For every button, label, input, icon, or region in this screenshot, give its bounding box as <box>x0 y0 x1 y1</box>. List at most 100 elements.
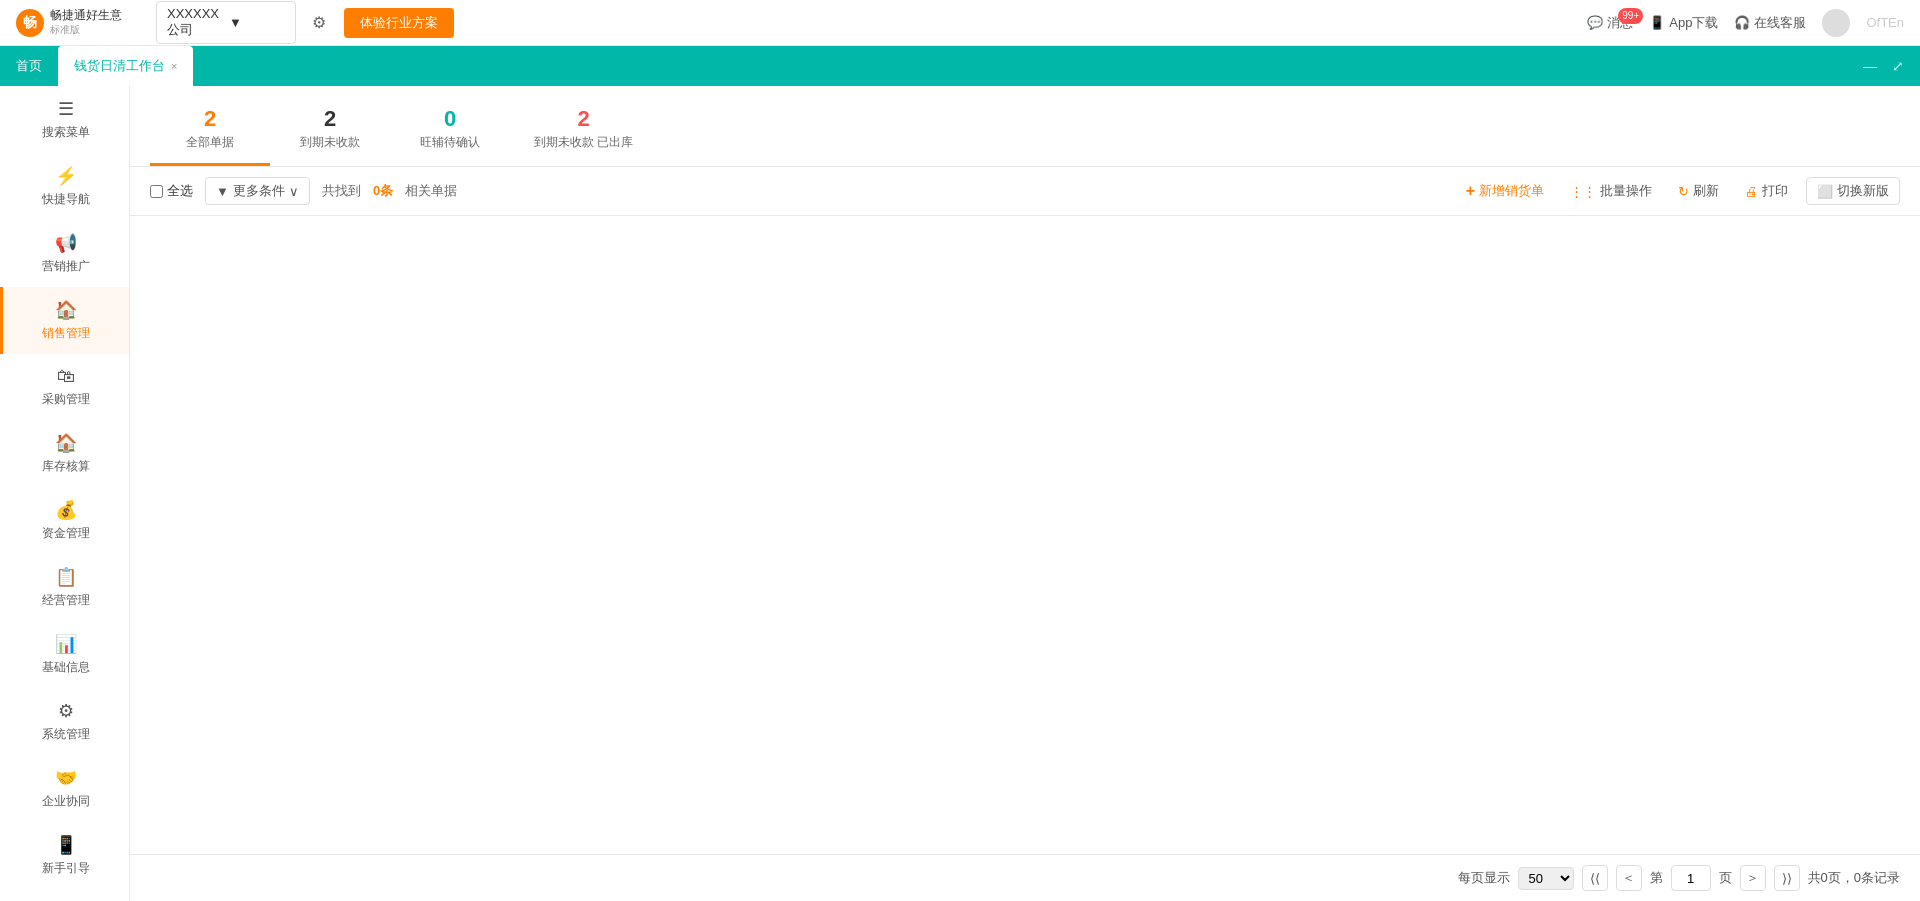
close-tab-icon[interactable]: × <box>171 60 177 72</box>
content-area: 2 全部单据 2 到期未收款 0 旺辅待确认 2 到期未收款 已出库 全选 <box>130 86 1920 901</box>
base-info-icon: 📊 <box>55 633 77 655</box>
toolbar-right: + 新增销货单 ⋮⋮ 批量操作 ↻ 刷新 🖨 打印 ⬜ 切换新版 <box>1458 177 1900 205</box>
sidebar-item-label: 系统管理 <box>42 726 90 743</box>
finance-icon: 💰 <box>55 499 77 521</box>
total-records: 共0页，0条记录 <box>1808 869 1900 887</box>
batch-icon: ⋮⋮ <box>1570 184 1596 199</box>
sidebar-item-finance[interactable]: 💰 资金管理 <box>0 487 129 554</box>
maximize-button[interactable]: ⤢ <box>1884 52 1912 80</box>
sidebar-item-label: 搜索菜单 <box>42 124 90 141</box>
stat-num-pending: 0 <box>444 106 456 132</box>
stat-tab-unshipped[interactable]: 2 到期未收款 已出库 <box>510 98 657 166</box>
minimize-button[interactable]: — <box>1856 52 1884 80</box>
prev-page-button[interactable]: ＜ <box>1616 865 1642 891</box>
stat-num-overdue: 2 <box>324 106 336 132</box>
found-prefix: 共找到 <box>322 182 361 200</box>
trial-button[interactable]: 体验行业方案 <box>344 8 454 38</box>
sidebar-item-label: 基础信息 <box>42 659 90 676</box>
page-number-input[interactable] <box>1671 865 1711 891</box>
nav-actions: — ⤢ <box>1856 52 1912 80</box>
top-right: 💬 消息 99+ 📱 App下载 🎧 在线客服 OfTEn <box>1587 9 1904 37</box>
sidebar-item-quick-nav[interactable]: ⚡ 快捷导航 <box>0 153 129 220</box>
print-label: 打印 <box>1762 182 1788 200</box>
sidebar-item-label: 快捷导航 <box>42 191 90 208</box>
sidebar-item-label: 销售管理 <box>42 325 90 342</box>
chevron-filter-icon: ∨ <box>289 184 299 199</box>
add-sale-button[interactable]: + 新增销货单 <box>1458 178 1552 204</box>
first-page-button[interactable]: ⟨⟨ <box>1582 865 1608 891</box>
guide-icon: 📱 <box>55 834 77 856</box>
sidebar-item-search-menu[interactable]: ☰ 搜索菜单 <box>0 86 129 153</box>
tab-workbench[interactable]: 钱货日清工作台 × <box>58 46 193 86</box>
stat-num-all: 2 <box>204 106 216 132</box>
sidebar-item-marketing[interactable]: 📢 营销推广 <box>0 220 129 287</box>
last-page-button[interactable]: ⟩⟩ <box>1774 865 1800 891</box>
app-download-label: App下载 <box>1669 14 1718 32</box>
cooperation-icon: 🤝 <box>55 767 77 789</box>
app-download-button[interactable]: 📱 App下载 <box>1649 14 1718 32</box>
print-button[interactable]: 🖨 打印 <box>1737 178 1796 204</box>
sales-icon: 🏠 <box>55 299 77 321</box>
online-service-button[interactable]: 🎧 在线客服 <box>1734 14 1806 32</box>
stat-label-unshipped: 到期未收款 已出库 <box>534 134 633 151</box>
sidebar-item-app-center[interactable]: 📦 应用中心 <box>0 889 129 901</box>
nav-tabs: 首页 钱货日清工作台 × — ⤢ <box>0 46 1920 86</box>
sidebar-item-system[interactable]: ⚙ 系统管理 <box>0 688 129 755</box>
sidebar-item-label: 库存核算 <box>42 458 90 475</box>
per-page-label: 每页显示 <box>1458 869 1510 887</box>
select-all-checkbox[interactable]: 全选 <box>150 182 193 200</box>
sidebar-item-label: 营销推广 <box>42 258 90 275</box>
sidebar-item-label: 采购管理 <box>42 391 90 408</box>
print-icon: 🖨 <box>1745 184 1758 199</box>
sidebar-item-label: 经营管理 <box>42 592 90 609</box>
company-selector[interactable]: XXXXXX公司 ▼ <box>156 1 296 44</box>
chevron-down-icon: ▼ <box>229 15 285 30</box>
sidebar-item-base-info[interactable]: 📊 基础信息 <box>0 621 129 688</box>
quick-nav-icon: ⚡ <box>55 165 77 187</box>
avatar[interactable] <box>1822 9 1850 37</box>
switch-version-button[interactable]: ⬜ 切换新版 <box>1806 177 1900 205</box>
pagination: 每页显示 50 10 20 100 ⟨⟨ ＜ 第 页 ＞ ⟩⟩ 共0页，0条记录 <box>130 854 1920 901</box>
settings-button[interactable]: ⚙ <box>304 8 334 38</box>
batch-operation-button[interactable]: ⋮⋮ 批量操作 <box>1562 178 1660 204</box>
sidebar-item-guide[interactable]: 📱 新手引导 <box>0 822 129 889</box>
company-name: XXXXXX公司 <box>167 6 223 39</box>
system-icon: ⚙ <box>58 700 74 722</box>
switch-icon: ⬜ <box>1817 184 1833 199</box>
sidebar-item-cooperation[interactable]: 🤝 企业协同 <box>0 755 129 822</box>
tab-home[interactable]: 首页 <box>0 46 58 86</box>
sidebar: ☰ 搜索菜单 ⚡ 快捷导航 📢 营销推广 🏠 销售管理 🛍 采购管理 🏠 库存核… <box>0 86 130 901</box>
found-suffix: 相关单据 <box>405 182 457 200</box>
inventory-icon: 🏠 <box>55 432 77 454</box>
message-button[interactable]: 💬 消息 99+ <box>1587 14 1633 32</box>
sidebar-item-sales[interactable]: 🏠 销售管理 <box>0 287 129 354</box>
sidebar-item-purchase[interactable]: 🛍 采购管理 <box>0 354 129 420</box>
add-btn-label: 新增销货单 <box>1479 182 1544 200</box>
sidebar-item-label: 新手引导 <box>42 860 90 877</box>
sidebar-item-operations[interactable]: 📋 经营管理 <box>0 554 129 621</box>
stat-tab-all[interactable]: 2 全部单据 <box>150 98 270 166</box>
per-page-select[interactable]: 50 10 20 100 <box>1518 867 1574 890</box>
sidebar-item-inventory[interactable]: 🏠 库存核算 <box>0 420 129 487</box>
operations-icon: 📋 <box>55 566 77 588</box>
switch-label: 切换新版 <box>1837 182 1889 200</box>
found-count: 0条 <box>373 182 393 200</box>
page-suffix: 页 <box>1719 869 1732 887</box>
sidebar-item-label: 资金管理 <box>42 525 90 542</box>
logo-area: 畅 畅捷通好生意 标准版 <box>16 8 146 38</box>
stat-tab-overdue[interactable]: 2 到期未收款 <box>270 98 390 166</box>
stats-tabs: 2 全部单据 2 到期未收款 0 旺辅待确认 2 到期未收款 已出库 <box>130 86 1920 167</box>
stat-label-pending: 旺辅待确认 <box>420 134 480 151</box>
plus-icon: + <box>1466 182 1475 200</box>
stat-num-unshipped: 2 <box>578 106 590 132</box>
stat-tab-pending[interactable]: 0 旺辅待确认 <box>390 98 510 166</box>
refresh-button[interactable]: ↻ 刷新 <box>1670 178 1727 204</box>
refresh-label: 刷新 <box>1693 182 1719 200</box>
stat-label-overdue: 到期未收款 <box>300 134 360 151</box>
select-all-input[interactable] <box>150 185 163 198</box>
message-icon: 💬 <box>1587 15 1603 30</box>
username: OfTEn <box>1866 15 1904 30</box>
next-page-button[interactable]: ＞ <box>1740 865 1766 891</box>
download-icon: 📱 <box>1649 15 1665 30</box>
more-filters-button[interactable]: ▼ 更多条件 ∨ <box>205 177 310 205</box>
